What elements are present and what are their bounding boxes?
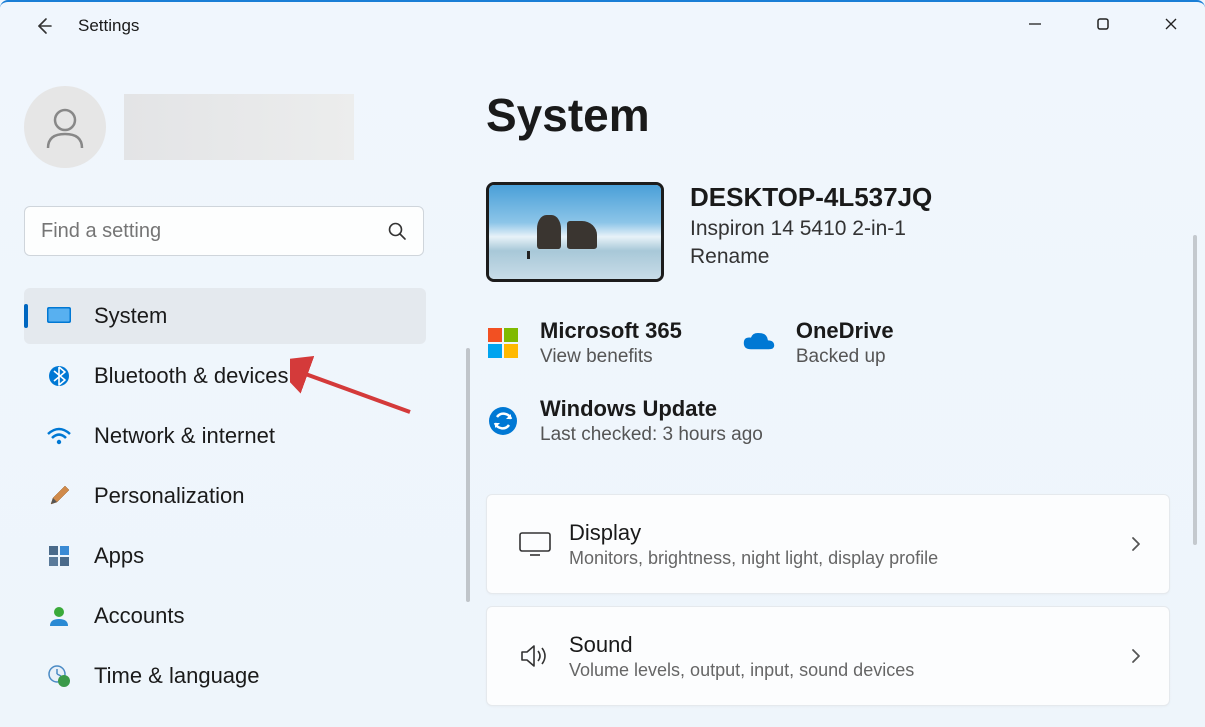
user-profile[interactable]	[24, 86, 444, 168]
card-display[interactable]: Display Monitors, brightness, night ligh…	[486, 494, 1170, 594]
tile-subtitle: Last checked: 3 hours ago	[540, 424, 763, 446]
card-subtitle: Monitors, brightness, night light, displ…	[569, 548, 1129, 569]
accounts-icon	[46, 603, 72, 629]
chevron-right-icon	[1129, 646, 1143, 666]
update-icon	[486, 404, 520, 438]
search-box[interactable]	[24, 206, 424, 256]
nav-label: Bluetooth & devices	[94, 363, 288, 389]
bluetooth-icon	[46, 363, 72, 389]
search-input[interactable]	[41, 220, 387, 243]
onedrive-icon	[742, 326, 776, 360]
avatar	[24, 86, 106, 168]
main-content: System DESKTOP-4L537JQ Inspiron 14 5410 …	[444, 50, 1205, 727]
close-icon	[1164, 17, 1178, 31]
clock-globe-icon	[46, 663, 72, 689]
nav-label: Personalization	[94, 483, 244, 509]
nav-item-system[interactable]: System	[24, 288, 426, 344]
display-icon	[513, 531, 557, 557]
tile-title: Windows Update	[540, 396, 763, 422]
nav-label: Time & language	[94, 663, 260, 689]
microsoft-logo-icon	[486, 326, 520, 360]
sidebar: System Bluetooth & devices Network & int…	[24, 50, 444, 727]
nav-list: System Bluetooth & devices Network & int…	[24, 288, 426, 704]
minimize-icon	[1028, 17, 1042, 31]
apps-icon	[46, 543, 72, 569]
tile-windows-update[interactable]: Windows Update Last checked: 3 hours ago	[486, 396, 763, 446]
card-title: Sound	[569, 632, 1129, 658]
card-subtitle: Volume levels, output, input, sound devi…	[569, 660, 1129, 681]
device-summary: DESKTOP-4L537JQ Inspiron 14 5410 2-in-1 …	[486, 182, 1205, 282]
desktop-preview[interactable]	[486, 182, 664, 282]
tile-microsoft365[interactable]: Microsoft 365 View benefits	[486, 318, 682, 368]
nav-item-personalization[interactable]: Personalization	[24, 468, 426, 524]
device-name: DESKTOP-4L537JQ	[690, 182, 932, 213]
nav-item-bluetooth[interactable]: Bluetooth & devices	[24, 348, 426, 404]
card-title: Display	[569, 520, 1129, 546]
search-icon	[387, 221, 407, 241]
user-name-redacted	[124, 94, 354, 160]
nav-item-apps[interactable]: Apps	[24, 528, 426, 584]
maximize-button[interactable]	[1069, 2, 1137, 46]
window-controls	[1001, 2, 1205, 46]
tile-subtitle: View benefits	[540, 346, 682, 368]
wifi-icon	[46, 423, 72, 449]
back-button[interactable]	[24, 6, 64, 46]
rename-link[interactable]: Rename	[690, 245, 932, 269]
sound-icon	[513, 642, 557, 670]
tile-title: Microsoft 365	[540, 318, 682, 344]
device-model: Inspiron 14 5410 2-in-1	[690, 217, 932, 241]
person-icon	[42, 104, 88, 150]
tile-title: OneDrive	[796, 318, 894, 344]
card-sound[interactable]: Sound Volume levels, output, input, soun…	[486, 606, 1170, 706]
close-button[interactable]	[1137, 2, 1205, 46]
arrow-left-icon	[34, 16, 54, 36]
main-scrollbar[interactable]	[1193, 235, 1197, 545]
nav-label: Network & internet	[94, 423, 275, 449]
chevron-right-icon	[1129, 534, 1143, 554]
paintbrush-icon	[46, 483, 72, 509]
nav-item-network[interactable]: Network & internet	[24, 408, 426, 464]
page-title: System	[486, 88, 1205, 142]
minimize-button[interactable]	[1001, 2, 1069, 46]
app-title: Settings	[78, 16, 139, 36]
tile-subtitle: Backed up	[796, 346, 894, 368]
system-icon	[46, 303, 72, 329]
nav-item-accounts[interactable]: Accounts	[24, 588, 426, 644]
nav-label: Apps	[94, 543, 144, 569]
nav-item-time-language[interactable]: Time & language	[24, 648, 426, 704]
nav-label: System	[94, 303, 167, 329]
nav-label: Accounts	[94, 603, 185, 629]
tile-onedrive[interactable]: OneDrive Backed up	[742, 318, 894, 368]
maximize-icon	[1096, 17, 1110, 31]
